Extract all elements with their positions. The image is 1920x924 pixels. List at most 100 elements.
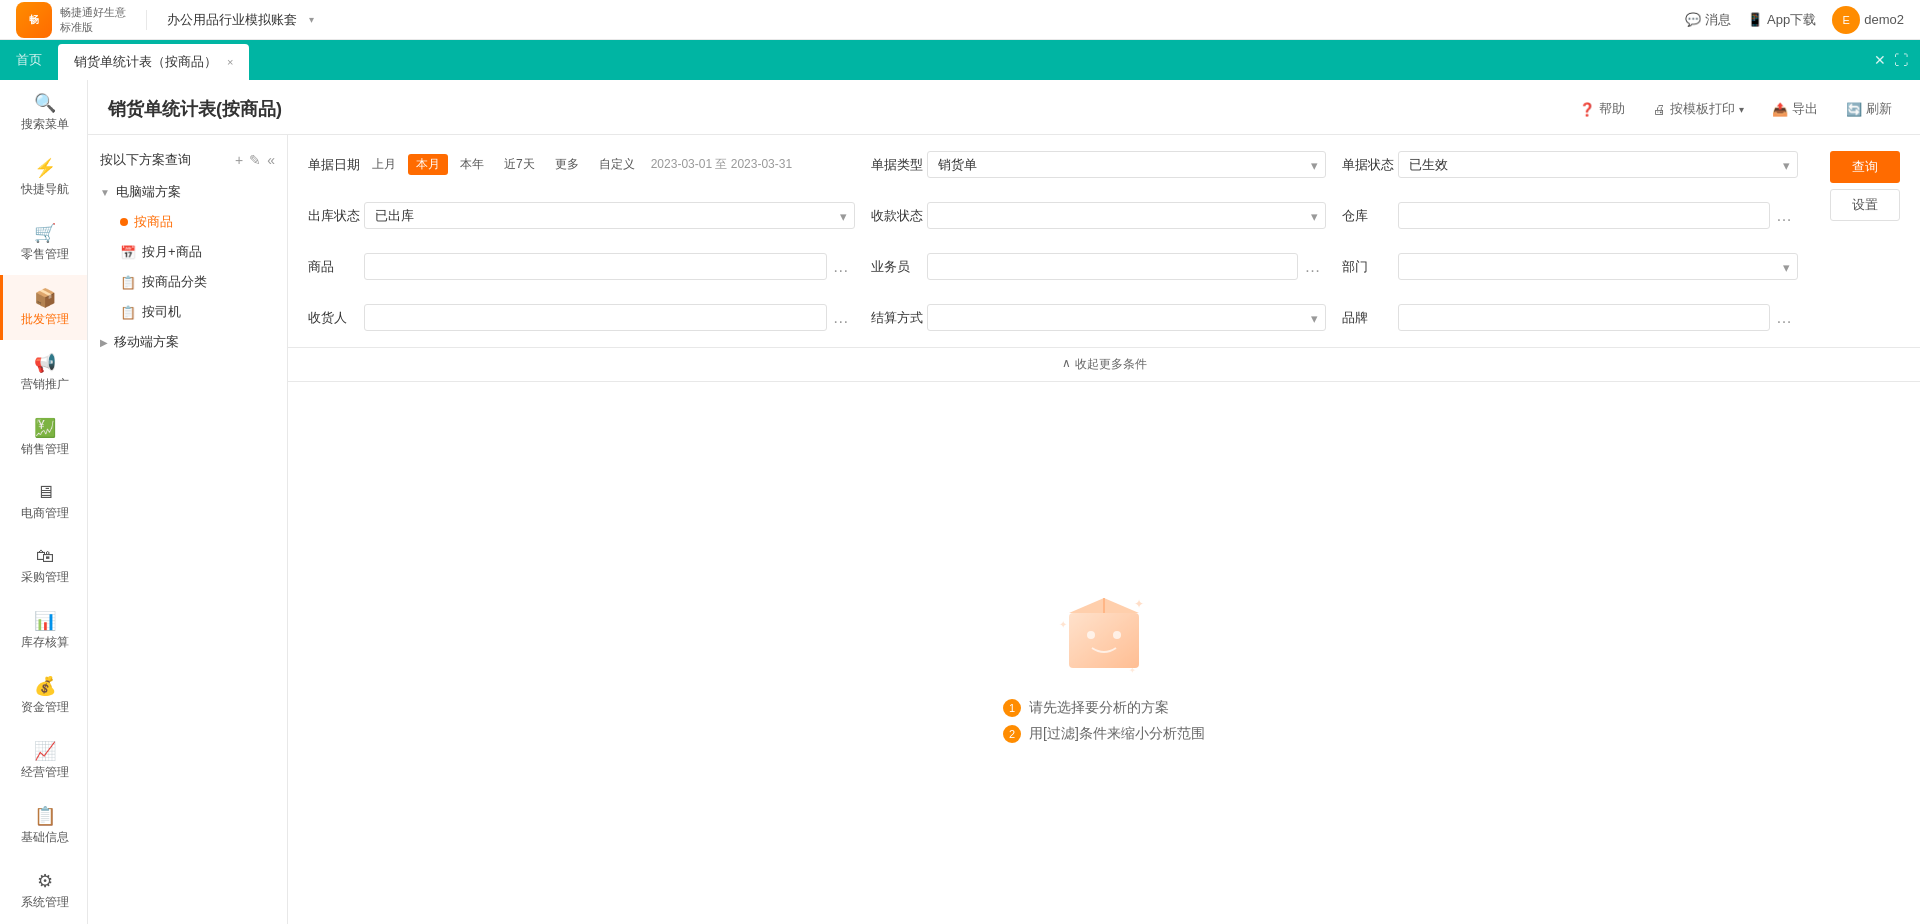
filter-product-field: 商品 … bbox=[308, 253, 855, 280]
product-input[interactable] bbox=[364, 253, 827, 280]
settle-select[interactable] bbox=[927, 304, 1327, 331]
collapse-row[interactable]: ∧ 收起更多条件 bbox=[288, 348, 1920, 382]
brand-text: 畅捷通好生意 标准版 bbox=[60, 5, 126, 34]
tree-item-by-driver[interactable]: 📋 按司机 bbox=[112, 297, 287, 327]
svg-rect-0 bbox=[1069, 613, 1139, 668]
consignee-input[interactable] bbox=[364, 304, 827, 331]
tree-item-by-product[interactable]: 按商品 bbox=[112, 207, 287, 237]
export-button[interactable]: 📤 导出 bbox=[1764, 96, 1826, 122]
sidebar-item-search[interactable]: 🔍 搜索菜单 bbox=[0, 80, 87, 145]
collapse-panel-button[interactable]: « bbox=[267, 152, 275, 168]
topbar-dropdown-icon[interactable]: ▾ bbox=[309, 14, 314, 25]
filter-doc-type-field: 单据类型 销货单 ▾ bbox=[871, 151, 1327, 178]
warehouse-dots[interactable]: … bbox=[1770, 207, 1798, 225]
date-range-display: 2023-03-01 至 2023-03-31 bbox=[651, 156, 792, 173]
sidebar-item-wholesale[interactable]: 📦 批发管理 bbox=[0, 275, 87, 340]
sidebar-item-finance[interactable]: 💰 资金管理 bbox=[0, 663, 87, 728]
dept-select[interactable] bbox=[1398, 253, 1798, 280]
message-button[interactable]: 💬 消息 bbox=[1685, 11, 1731, 29]
empty-tip-1: 1 请先选择要分析的方案 bbox=[1003, 699, 1205, 717]
date-tag-more[interactable]: 更多 bbox=[547, 154, 587, 175]
settings-button[interactable]: 设置 bbox=[1830, 189, 1900, 221]
brand-input[interactable] bbox=[1398, 304, 1770, 331]
out-status-select-wrap: 已出库 ▾ bbox=[364, 202, 855, 229]
settle-select-wrap: ▾ bbox=[927, 304, 1327, 331]
close-window-icon[interactable]: ✕ bbox=[1874, 52, 1886, 68]
app-download-button[interactable]: 📱 App下载 bbox=[1747, 11, 1816, 29]
svg-text:✦: ✦ bbox=[1134, 597, 1144, 611]
home-tab-label: 首页 bbox=[16, 51, 42, 69]
tree-item-by-month-product[interactable]: 📅 按月+商品 bbox=[112, 237, 287, 267]
collect-status-select[interactable] bbox=[927, 202, 1327, 229]
quicknav-icon: ⚡ bbox=[34, 157, 56, 179]
salesperson-dots[interactable]: … bbox=[1298, 258, 1326, 276]
left-panel: 按以下方案查询 + ✎ « ▼ 电脑端方案 bbox=[88, 135, 288, 924]
sidebar-item-ecommerce[interactable]: 🖥 电商管理 bbox=[0, 470, 87, 534]
tip1-number: 1 bbox=[1003, 699, 1021, 717]
refresh-button[interactable]: 🔄 刷新 bbox=[1838, 96, 1900, 122]
tree-label-pc: 电脑端方案 bbox=[116, 183, 181, 201]
date-tag-this-month[interactable]: 本月 bbox=[408, 154, 448, 175]
sidebar-item-marketing[interactable]: 📢 营销推广 bbox=[0, 340, 87, 405]
tip2-number: 2 bbox=[1003, 725, 1021, 743]
ecommerce-icon: 🖥 bbox=[36, 482, 54, 503]
tree-item-mobile-schemes[interactable]: ▶ 移动端方案 bbox=[88, 327, 287, 357]
query-button[interactable]: 查询 bbox=[1830, 151, 1900, 183]
filter-date-field: 单据日期 上月 本月 本年 近7天 更多 自定义 2023-03-01 至 20… bbox=[308, 154, 855, 175]
tree-collapsed-icon: ▶ bbox=[100, 337, 108, 348]
page-title: 销货单统计表(按商品) bbox=[108, 97, 282, 121]
dept-select-wrap: ▾ bbox=[1398, 253, 1798, 280]
sidebar-item-operations[interactable]: 📈 经营管理 bbox=[0, 728, 87, 793]
tree-item-by-category[interactable]: 📋 按商品分类 bbox=[112, 267, 287, 297]
sidebar-item-purchase[interactable]: 🛍 采购管理 bbox=[0, 534, 87, 598]
add-scheme-button[interactable]: + bbox=[235, 152, 243, 168]
finance-icon: 💰 bbox=[34, 675, 56, 697]
tree-children-pc: 按商品 📅 按月+商品 📋 按商品分类 📋 按司机 bbox=[88, 207, 287, 327]
svg-text:✦: ✦ bbox=[1129, 666, 1136, 675]
tab-home[interactable]: 首页 bbox=[0, 40, 58, 80]
doc-type-select[interactable]: 销货单 bbox=[927, 151, 1327, 178]
doc-status-select[interactable]: 已生效 bbox=[1398, 151, 1798, 178]
inventory-icon: 📊 bbox=[34, 610, 56, 632]
sidebar-item-system[interactable]: ⚙ 系统管理 bbox=[0, 858, 87, 923]
page-header: 销货单统计表(按商品) ❓ 帮助 🖨 按模板打印 ▾ 📤 导出 🔄 刷新 bbox=[88, 80, 1920, 135]
consignee-label: 收货人 bbox=[308, 309, 364, 327]
sidebar-item-retail[interactable]: 🛒 零售管理 bbox=[0, 210, 87, 275]
maximize-window-icon[interactable]: ⛶ bbox=[1894, 52, 1908, 68]
filter-dept-field: 部门 ▾ bbox=[1342, 253, 1798, 280]
tree-item-pc-schemes[interactable]: ▼ 电脑端方案 bbox=[88, 177, 287, 207]
empty-tips: 1 请先选择要分析的方案 2 用[过滤]条件来缩小分析范围 bbox=[1003, 699, 1205, 743]
help-button[interactable]: ❓ 帮助 bbox=[1571, 96, 1633, 122]
doc-status-select-wrap: 已生效 ▾ bbox=[1398, 151, 1798, 178]
tab-close-icon[interactable]: × bbox=[227, 56, 233, 68]
date-tag-last-month[interactable]: 上月 bbox=[364, 154, 404, 175]
empty-state: ✦ ✦ ✦ 1 请先选择要分析的方案 2 用[过滤]条件来缩小分析范围 bbox=[288, 382, 1920, 924]
brand-label: 品牌 bbox=[1342, 309, 1398, 327]
consignee-dots[interactable]: … bbox=[827, 309, 855, 327]
doc-type-label: 单据类型 bbox=[871, 156, 927, 174]
sidebar-item-quicknav[interactable]: ⚡ 快捷导航 bbox=[0, 145, 87, 210]
warehouse-input[interactable] bbox=[1398, 202, 1770, 229]
product-dots[interactable]: … bbox=[827, 258, 855, 276]
warehouse-label: 仓库 bbox=[1342, 207, 1398, 225]
main-layout: 🔍 搜索菜单 ⚡ 快捷导航 🛒 零售管理 📦 批发管理 📢 营销推广 💹 销售管… bbox=[0, 80, 1920, 924]
print-dropdown-icon: ▾ bbox=[1739, 104, 1744, 115]
edit-scheme-button[interactable]: ✎ bbox=[249, 152, 261, 168]
tab-sales-stats[interactable]: 销货单统计表（按商品） × bbox=[58, 44, 249, 80]
topbar-right: 💬 消息 📱 App下载 E demo2 bbox=[1685, 6, 1904, 34]
sidebar-item-inventory[interactable]: 📊 库存核算 bbox=[0, 598, 87, 663]
salesperson-input[interactable] bbox=[927, 253, 1299, 280]
out-status-select[interactable]: 已出库 bbox=[364, 202, 855, 229]
sidebar: 🔍 搜索菜单 ⚡ 快捷导航 🛒 零售管理 📦 批发管理 📢 营销推广 💹 销售管… bbox=[0, 80, 88, 924]
filter-brand-field: 品牌 … bbox=[1342, 304, 1798, 331]
brand-dots[interactable]: … bbox=[1770, 309, 1798, 327]
date-tag-7days[interactable]: 近7天 bbox=[496, 154, 543, 175]
date-tag-custom[interactable]: 自定义 bbox=[591, 154, 643, 175]
user-profile[interactable]: E demo2 bbox=[1832, 6, 1904, 34]
date-tag-this-year[interactable]: 本年 bbox=[452, 154, 492, 175]
print-button[interactable]: 🖨 按模板打印 ▾ bbox=[1645, 96, 1752, 122]
filter-row-4: 收货人 … 结算方式 bbox=[308, 304, 1798, 331]
sidebar-item-sales[interactable]: 💹 销售管理 bbox=[0, 405, 87, 470]
sidebar-item-basic-info[interactable]: 📋 基础信息 bbox=[0, 793, 87, 858]
tab-window-buttons: ✕ ⛶ bbox=[1862, 52, 1920, 68]
